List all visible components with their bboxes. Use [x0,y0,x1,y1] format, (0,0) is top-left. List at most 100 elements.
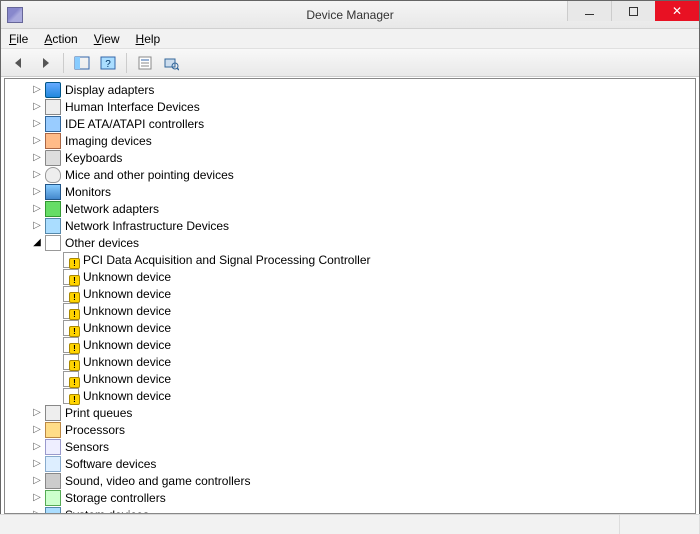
expander-closed-icon[interactable]: ▷ [31,118,43,130]
tree-item-label: Unknown device [83,338,171,352]
device-category[interactable]: ▷ Storage controllers [5,489,695,506]
minimize-button[interactable] [567,1,611,21]
expander-closed-icon[interactable]: ▷ [31,84,43,96]
tree-item-label: Software devices [65,457,156,471]
mouse-icon [45,167,61,183]
expander-closed-icon[interactable]: ▷ [31,169,43,181]
expander-closed-icon[interactable]: ▷ [31,220,43,232]
expander-closed-icon[interactable]: ▷ [31,458,43,470]
device-category[interactable]: ▷ Processors [5,421,695,438]
other-icon [63,371,79,387]
device-category[interactable]: ▷Display adapters [5,81,695,98]
tree-item-label: Keyboards [65,151,122,165]
expander-none [49,254,61,266]
window-controls: ✕ [567,1,699,21]
keyboard-icon [45,150,61,166]
show-hide-tree-button[interactable] [70,52,94,74]
expander-closed-icon[interactable]: ▷ [31,135,43,147]
menu-action[interactable]: Action [44,32,77,46]
device-item[interactable]: PCI Data Acquisition and Signal Processi… [5,251,695,268]
device-category[interactable]: ▷ Software devices [5,455,695,472]
maximize-button[interactable] [611,1,655,21]
system-icon [45,507,61,514]
forward-button[interactable] [33,52,57,74]
other-icon [63,269,79,285]
help-icon: ? [100,55,116,71]
sensor-icon [45,439,61,455]
tree-item-label: Sensors [65,440,109,454]
expander-closed-icon[interactable]: ▷ [31,407,43,419]
device-category[interactable]: ◢ Other devices [5,234,695,251]
device-category[interactable]: ▷ Sound, video and game controllers [5,472,695,489]
device-item[interactable]: Unknown device [5,353,695,370]
expander-closed-icon[interactable]: ▷ [31,475,43,487]
device-category[interactable]: ▷Network Infrastructure Devices [5,217,695,234]
back-button[interactable] [7,52,31,74]
tree-item-label: Sound, video and game controllers [65,474,250,488]
expander-closed-icon[interactable]: ▷ [31,492,43,504]
ide-icon [45,116,61,132]
hid-icon [45,99,61,115]
printer-icon [45,405,61,421]
help-tool-button[interactable]: ? [96,52,120,74]
expander-closed-icon[interactable]: ▷ [31,186,43,198]
menu-file[interactable]: File [9,32,28,46]
expander-closed-icon[interactable]: ▷ [31,509,43,514]
close-button[interactable]: ✕ [655,1,699,21]
expander-closed-icon[interactable]: ▷ [31,152,43,164]
device-item[interactable]: Unknown device [5,268,695,285]
device-category[interactable]: ▷Monitors [5,183,695,200]
device-item[interactable]: Unknown device [5,285,695,302]
netinf-icon [45,218,61,234]
titlebar[interactable]: Device Manager ✕ [1,1,699,29]
tree-item-label: System devices [65,508,149,514]
device-category[interactable]: ▷ Network adapters [5,200,695,217]
storage-icon [45,490,61,506]
properties-button[interactable] [133,52,157,74]
device-category[interactable]: ▷Print queues [5,404,695,421]
device-item[interactable]: Unknown device [5,387,695,404]
tree-item-label: Unknown device [83,372,171,386]
scan-hardware-button[interactable] [159,52,183,74]
expander-closed-icon[interactable]: ▷ [31,203,43,215]
expander-closed-icon[interactable]: ▷ [31,101,43,113]
other-icon [63,252,79,268]
expander-none [49,339,61,351]
device-category[interactable]: ▷ Sensors [5,438,695,455]
imaging-icon [45,133,61,149]
other-icon [63,286,79,302]
expander-closed-icon[interactable]: ▷ [31,424,43,436]
device-category[interactable]: ▷IDE ATA/ATAPI controllers [5,115,695,132]
expander-open-icon[interactable]: ◢ [31,237,43,249]
device-item[interactable]: Unknown device [5,336,695,353]
other-icon [63,320,79,336]
tree-item-label: Storage controllers [65,491,166,505]
svg-text:?: ? [105,59,111,70]
scan-icon [163,55,179,71]
device-item[interactable]: Unknown device [5,319,695,336]
device-category[interactable]: ▷ Keyboards [5,149,695,166]
tree-item-label: Unknown device [83,287,171,301]
device-category[interactable]: ▷Mice and other pointing devices [5,166,695,183]
menu-view[interactable]: View [94,32,120,46]
tree-item-label: Unknown device [83,355,171,369]
tree-item-label: Unknown device [83,304,171,318]
network-icon [45,201,61,217]
device-item[interactable]: Unknown device [5,302,695,319]
tree-item-label: Processors [65,423,125,437]
content-area: ▷Display adapters▷Human Interface Device… [4,78,696,514]
tree-item-label: Other devices [65,236,139,250]
device-category[interactable]: ▷Human Interface Devices [5,98,695,115]
device-category[interactable]: ▷ System devices [5,506,695,513]
device-item[interactable]: Unknown device [5,370,695,387]
device-category[interactable]: ▷Imaging devices [5,132,695,149]
expander-none [49,322,61,334]
menu-help[interactable]: Help [136,32,161,46]
expander-none [49,305,61,317]
expander-closed-icon[interactable]: ▷ [31,441,43,453]
software-icon [45,456,61,472]
device-tree[interactable]: ▷Display adapters▷Human Interface Device… [5,79,695,513]
tree-item-label: Network adapters [65,202,159,216]
expander-none [49,288,61,300]
display-icon [45,82,61,98]
